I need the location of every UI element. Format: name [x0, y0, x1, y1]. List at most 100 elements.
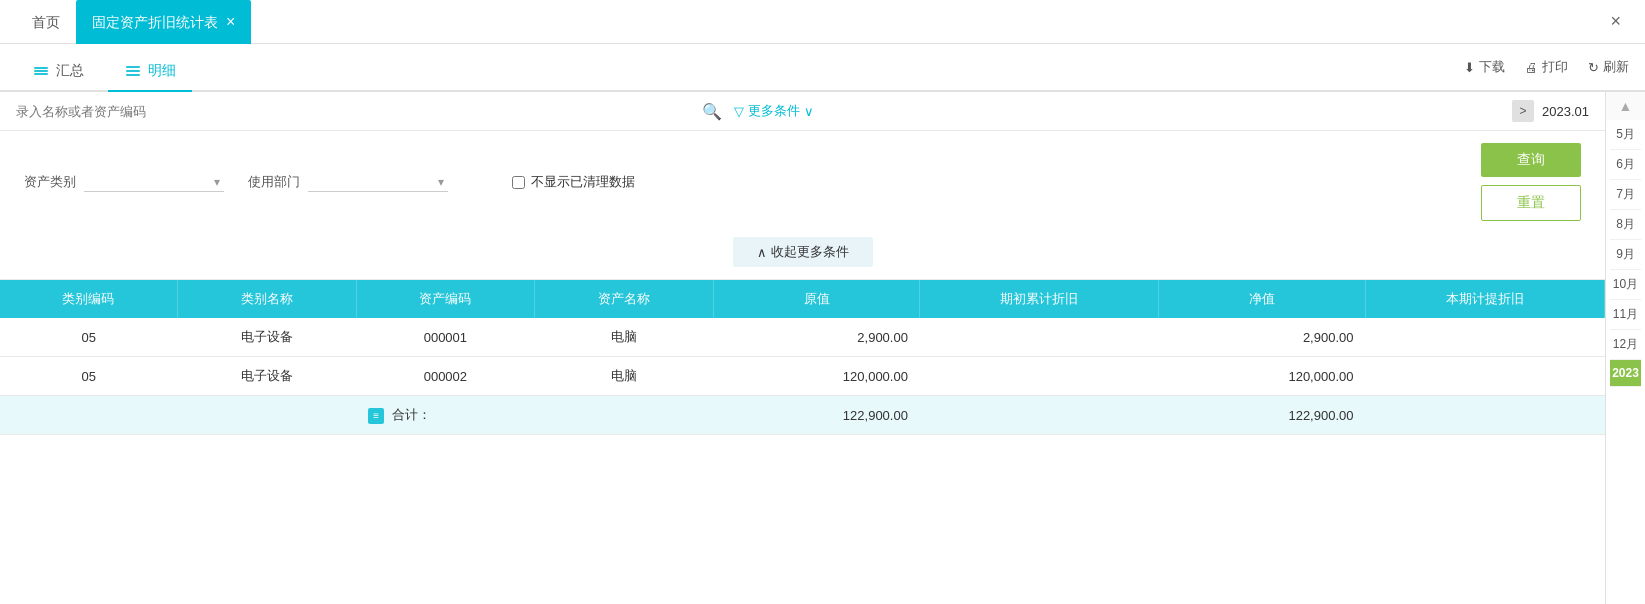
svg-rect-0	[34, 73, 48, 75]
total-original-value: 122,900.00	[713, 396, 920, 435]
window-close-button[interactable]: ×	[1602, 7, 1629, 36]
col-header-asset-code: 资产编码	[356, 280, 535, 318]
table-container: 类别编码 类别名称 资产编码 资产名称 原值 期初累计折旧 净值 本期计提折旧 …	[0, 280, 1605, 604]
expand-chevron-button[interactable]: >	[1512, 100, 1534, 122]
query-button[interactable]: 查询	[1481, 143, 1581, 177]
cell-net-value: 120,000.00	[1159, 357, 1366, 396]
tab-bar: 首页 固定资产折旧统计表 × ×	[0, 0, 1645, 44]
cell-original-value: 120,000.00	[713, 357, 920, 396]
cell-category-code: 05	[0, 357, 177, 396]
cell-category-name: 电子设备	[177, 318, 356, 357]
print-icon: 🖨	[1525, 60, 1538, 75]
asset-category-select[interactable]	[84, 172, 224, 192]
month-item[interactable]: 10月	[1610, 270, 1641, 300]
month-item[interactable]: 7月	[1610, 180, 1641, 210]
filter-row: 资产类别 使用部门	[24, 143, 1581, 221]
filter-icon: ▽	[734, 104, 744, 119]
reset-button[interactable]: 重置	[1481, 185, 1581, 221]
tab-summary[interactable]: 汇总	[16, 52, 100, 92]
refresh-label: 刷新	[1603, 58, 1629, 76]
total-label: 合计：	[392, 407, 431, 422]
month-item[interactable]: 12月	[1610, 330, 1641, 360]
more-filters-label: 更多条件	[748, 102, 800, 120]
month-item[interactable]: 5月	[1610, 120, 1641, 150]
cell-asset-name: 电脑	[535, 318, 714, 357]
print-button[interactable]: 🖨 打印	[1525, 58, 1568, 76]
total-cell-spacer1	[0, 396, 177, 435]
month-item[interactable]: 6月	[1610, 150, 1641, 180]
tab-detail-label: 明细	[148, 62, 176, 80]
col-header-net-value: 净值	[1159, 280, 1366, 318]
search-icon[interactable]: 🔍	[702, 102, 722, 121]
department-select-wrapper	[308, 172, 448, 192]
table-row: 05 电子设备 000002 电脑 120,000.00 120,000.00	[0, 357, 1605, 396]
department-select[interactable]	[308, 172, 448, 192]
data-table: 类别编码 类别名称 资产编码 资产名称 原值 期初累计折旧 净值 本期计提折旧 …	[0, 280, 1605, 435]
month-item[interactable]: 8月	[1610, 210, 1641, 240]
hide-cleared-checkbox[interactable]	[512, 176, 525, 189]
svg-rect-3	[126, 66, 140, 68]
filter-buttons: 查询 重置	[1481, 143, 1581, 221]
table-body: 05 电子设备 000001 电脑 2,900.00 2,900.00 05 电…	[0, 318, 1605, 435]
collapse-row: ∧ 收起更多条件	[24, 229, 1581, 271]
cell-category-name: 电子设备	[177, 357, 356, 396]
col-header-accumulated-depreciation: 期初累计折旧	[920, 280, 1159, 318]
asset-category-filter: 资产类别	[24, 172, 224, 192]
total-net-value: 122,900.00	[1159, 396, 1366, 435]
more-filters-button[interactable]: ▽ 更多条件 ∨	[734, 102, 814, 120]
tab-home[interactable]: 首页	[16, 0, 76, 44]
col-header-category-name: 类别名称	[177, 280, 356, 318]
asset-category-label: 资产类别	[24, 173, 76, 191]
refresh-button[interactable]: ↻ 刷新	[1588, 58, 1629, 76]
cell-accumulated-depreciation	[920, 318, 1159, 357]
tab-detail[interactable]: 明细	[108, 52, 192, 92]
month-up-button[interactable]: ▲	[1606, 92, 1645, 120]
asset-category-select-wrapper	[84, 172, 224, 192]
collapse-label: 收起更多条件	[771, 243, 849, 261]
tab-summary-label: 汇总	[56, 62, 84, 80]
collapse-button[interactable]: ∧ 收起更多条件	[733, 237, 873, 267]
close-tab-button[interactable]: ×	[226, 14, 235, 30]
svg-rect-1	[34, 70, 48, 72]
chevron-down-icon: ∨	[804, 104, 814, 119]
tab-active[interactable]: 固定资产折旧统计表 ×	[76, 0, 251, 44]
department-filter: 使用部门	[248, 172, 448, 192]
sub-tabs: 汇总 明细	[16, 44, 192, 90]
layout-wrapper: 🔍 ▽ 更多条件 ∨ > 2023.01 资产类别	[0, 92, 1645, 604]
total-label-cell: ≡ 合计：	[356, 396, 713, 435]
month-list: 5月6月7月8月9月10月11月12月2023	[1610, 120, 1641, 387]
download-label: 下载	[1479, 58, 1505, 76]
hide-cleared-group: 不显示已清理数据	[512, 173, 635, 191]
department-label: 使用部门	[248, 173, 300, 191]
col-header-category-code: 类别编码	[0, 280, 177, 318]
cell-net-value: 2,900.00	[1159, 318, 1366, 357]
col-header-original-value: 原值	[713, 280, 920, 318]
print-label: 打印	[1542, 58, 1568, 76]
cell-current-depreciation	[1366, 318, 1605, 357]
month-item[interactable]: 2023	[1610, 360, 1641, 387]
download-button[interactable]: ⬇ 下载	[1464, 58, 1505, 76]
cell-accumulated-depreciation	[920, 357, 1159, 396]
table-total-row: ≡ 合计： 122,900.00 122,900.00	[0, 396, 1605, 435]
list-icon	[124, 62, 142, 80]
svg-rect-5	[126, 74, 140, 76]
month-item[interactable]: 11月	[1610, 300, 1641, 330]
search-bar: 🔍 ▽ 更多条件 ∨ > 2023.01	[0, 92, 1605, 131]
month-item[interactable]: 9月	[1610, 240, 1641, 270]
date-display: 2023.01	[1542, 104, 1589, 119]
layers-icon	[32, 62, 50, 80]
cell-category-code: 05	[0, 318, 177, 357]
active-tab-label: 固定资产折旧统计表	[92, 0, 218, 44]
search-input[interactable]	[16, 104, 690, 119]
cell-asset-code: 000001	[356, 318, 535, 357]
cell-original-value: 2,900.00	[713, 318, 920, 357]
col-header-current-depreciation: 本期计提折旧	[1366, 280, 1605, 318]
table-row: 05 电子设备 000001 电脑 2,900.00 2,900.00	[0, 318, 1605, 357]
total-cell-spacer2	[177, 396, 356, 435]
svg-rect-4	[126, 70, 140, 72]
hide-cleared-label: 不显示已清理数据	[531, 173, 635, 191]
toolbar-actions: ⬇ 下载 🖨 打印 ↻ 刷新	[1464, 58, 1629, 76]
search-right: > 2023.01	[1512, 100, 1589, 122]
svg-rect-2	[34, 67, 48, 69]
month-sidebar: ▲ 5月6月7月8月9月10月11月12月2023	[1605, 92, 1645, 604]
